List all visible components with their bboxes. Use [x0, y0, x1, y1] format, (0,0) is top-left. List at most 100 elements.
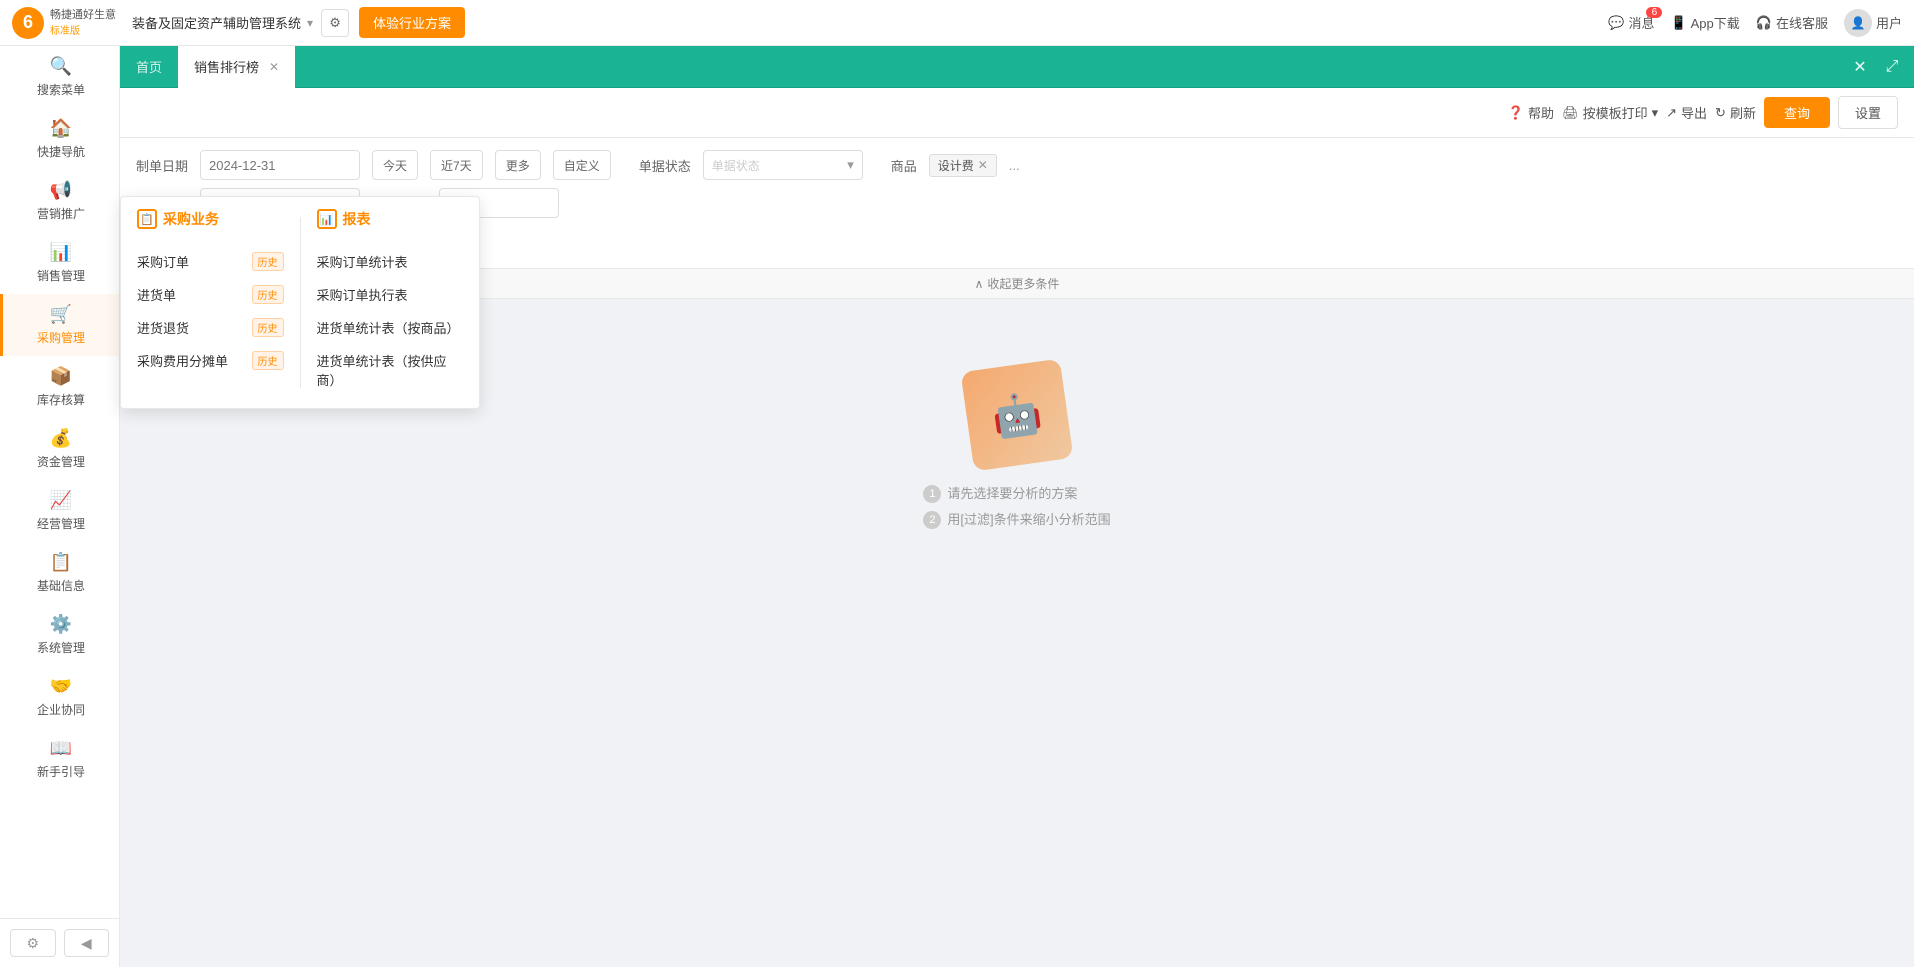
app-download-button[interactable]: 📱 App下载	[1670, 13, 1739, 32]
history-badge-3: 历史	[252, 351, 284, 370]
guide-icon: 📖	[50, 738, 72, 759]
dropdown-item-purchase-cost[interactable]: 采购费用分摊单 历史	[137, 344, 284, 377]
logo-area: 6 畅捷通好生意 标准版	[12, 7, 132, 39]
dropdown-item-inbound-stat-goods-label: 进货单统计表（按商品）	[317, 318, 460, 337]
close-all-button[interactable]: ✕	[1846, 53, 1874, 81]
sidebar-item-search-label: 搜索菜单	[37, 81, 85, 98]
status-select[interactable]: 单据状态 ▾	[703, 150, 863, 180]
tab-close-icon[interactable]: ✕	[269, 60, 279, 74]
sidebar-item-purchase[interactable]: 🛒 采购管理	[0, 294, 119, 356]
purchase-icon: 🛒	[50, 304, 72, 325]
today-btn[interactable]: 今天	[372, 150, 418, 180]
sidebar-item-funds-label: 资金管理	[37, 453, 85, 470]
hint2: 用[过滤]条件来缩小分析范围	[947, 507, 1110, 533]
query-button[interactable]: 查询	[1764, 97, 1830, 128]
dropdown-item-po-stat[interactable]: 采购订单统计表	[317, 245, 464, 278]
tabbar-actions: ✕ ⤢	[1846, 53, 1914, 81]
export-button[interactable]: ↗ 导出	[1666, 103, 1707, 122]
empty-text: 1 请先选择要分析的方案 2 用[过滤]条件来缩小分析范围	[923, 481, 1110, 533]
report-column: 📊 报表 采购订单统计表 采购订单执行表 进货单统计表（按商品） 进货单统计表（…	[301, 209, 480, 396]
sidebar-item-guide[interactable]: 📖 新手引导	[0, 728, 119, 790]
sidebar-settings-button[interactable]: ⚙	[10, 929, 56, 957]
dropdown-item-inbound-stat-supplier[interactable]: 进货单统计表（按供应商）	[317, 344, 464, 396]
goods-tag-text: 设计费	[938, 157, 974, 174]
sidebar-item-quick[interactable]: 🏠 快捷导航	[0, 108, 119, 170]
help-label: 帮助	[1528, 103, 1554, 122]
sidebar-item-marketing[interactable]: 📢 营销推广	[0, 170, 119, 232]
toolbar: ❓ 帮助 🖨 按模板打印 ▾ ↗ 导出 ↻ 刷新 查询 设置	[120, 88, 1914, 138]
help-icon: ❓	[1508, 105, 1524, 121]
date-label: 制单日期	[136, 156, 188, 175]
filter-row-1: 制单日期 今天 近7天 更多 自定义 单据状态 单据状态 ▾ 商品 设计费 ✕	[136, 150, 1898, 180]
dropdown-item-purchase-order-label: 采购订单	[137, 252, 189, 271]
sidebar-item-basic[interactable]: 📋 基础信息	[0, 542, 119, 604]
enterprise-icon: 🤝	[50, 676, 72, 697]
sidebar-item-enterprise-label: 企业协同	[37, 701, 85, 718]
dropdown-item-purchase-order[interactable]: 采购订单 历史	[137, 245, 284, 278]
refresh-button[interactable]: ↻ 刷新	[1715, 103, 1756, 122]
industry-button[interactable]: 体验行业方案	[359, 7, 465, 38]
message-button[interactable]: 💬 消息 6	[1608, 13, 1654, 32]
settings-button[interactable]: 设置	[1838, 96, 1898, 129]
message-icon: 💬	[1608, 15, 1624, 31]
sidebar-collapse-button[interactable]: ◀	[64, 929, 110, 957]
dropdown-item-inbound-stat-supplier-label: 进货单统计表（按供应商）	[317, 351, 464, 389]
sidebar-item-system-label: 系统管理	[37, 639, 85, 656]
logo-icon: 6	[12, 7, 44, 39]
refresh-icon: ↻	[1715, 105, 1726, 121]
sidebar-item-search[interactable]: 🔍 搜索菜单	[0, 46, 119, 108]
online-service-label: 在线客服	[1776, 13, 1828, 32]
circle-2: 2	[923, 511, 941, 529]
collapse-label: 收起更多条件	[987, 275, 1059, 292]
sidebar-item-operations[interactable]: 📈 经营管理	[0, 480, 119, 542]
sidebar-item-sales[interactable]: 📊 销售管理	[0, 232, 119, 294]
help-button[interactable]: ❓ 帮助	[1508, 103, 1554, 122]
user-button[interactable]: 👤 用户	[1844, 9, 1902, 37]
print-label: 按模板打印	[1583, 103, 1648, 122]
refresh-label: 刷新	[1730, 103, 1756, 122]
date-input[interactable]	[200, 150, 360, 180]
dropdown-item-po-exec-label: 采购订单执行表	[317, 285, 408, 304]
sidebar-item-enterprise[interactable]: 🤝 企业协同	[0, 666, 119, 728]
sidebar-item-inventory-label: 库存核算	[37, 391, 85, 408]
goods-more-button[interactable]: ...	[1009, 158, 1020, 173]
sidebar-item-sales-label: 销售管理	[37, 267, 85, 284]
chevron-down-icon[interactable]: ▾	[307, 16, 313, 30]
tab-sales-rank[interactable]: 销售排行榜 ✕	[178, 46, 295, 88]
dropdown-menu: 📋 采购业务 采购订单 历史 进货单 历史 进货退货 历史 采购费用分摊单 历史	[120, 196, 480, 409]
goods-tag-close[interactable]: ✕	[978, 158, 988, 172]
system-title-text: 装备及固定资产辅助管理系统	[132, 13, 301, 32]
sidebar-item-purchase-label: 采购管理	[37, 329, 85, 346]
custom-btn[interactable]: 自定义	[553, 150, 611, 180]
online-service-button[interactable]: 🎧 在线客服	[1756, 13, 1828, 32]
sidebar-item-quick-label: 快捷导航	[37, 143, 85, 160]
more-btn[interactable]: 更多	[495, 150, 541, 180]
sidebar-item-inventory[interactable]: 📦 库存核算	[0, 356, 119, 418]
week7-btn[interactable]: 近7天	[430, 150, 483, 180]
circle-1: 1	[923, 485, 941, 503]
print-icon: 🖨	[1562, 105, 1579, 121]
print-button[interactable]: 🖨 按模板打印 ▾	[1562, 103, 1658, 122]
goods-label: 商品	[891, 156, 917, 175]
tab-home[interactable]: 首页	[120, 46, 178, 88]
export-icon: ↗	[1666, 105, 1677, 121]
history-badge-2: 历史	[252, 318, 284, 337]
marketing-icon: 📢	[50, 180, 72, 201]
sidebar-item-operations-label: 经营管理	[37, 515, 85, 532]
history-badge-0: 历史	[252, 252, 284, 271]
dropdown-item-inbound[interactable]: 进货单 历史	[137, 278, 284, 311]
dropdown-item-inbound-stat-goods[interactable]: 进货单统计表（按商品）	[317, 311, 464, 344]
settings-icon[interactable]: ⚙	[321, 9, 349, 37]
sidebar-item-funds[interactable]: 💰 资金管理	[0, 418, 119, 480]
sidebar-item-system[interactable]: ⚙️ 系统管理	[0, 604, 119, 666]
dropdown-item-inbound-return[interactable]: 进货退货 历史	[137, 311, 284, 344]
dropdown-item-inbound-label: 进货单	[137, 285, 176, 304]
status-placeholder: 单据状态	[712, 157, 760, 174]
purchase-col-icon: 📋	[137, 209, 157, 229]
report-col-icon: 📊	[317, 209, 337, 229]
dropdown-item-po-exec[interactable]: 采购订单执行表	[317, 278, 464, 311]
expand-button[interactable]: ⤢	[1878, 53, 1906, 81]
message-badge: 6	[1646, 7, 1662, 18]
history-badge-1: 历史	[252, 285, 284, 304]
operations-icon: 📈	[50, 490, 72, 511]
